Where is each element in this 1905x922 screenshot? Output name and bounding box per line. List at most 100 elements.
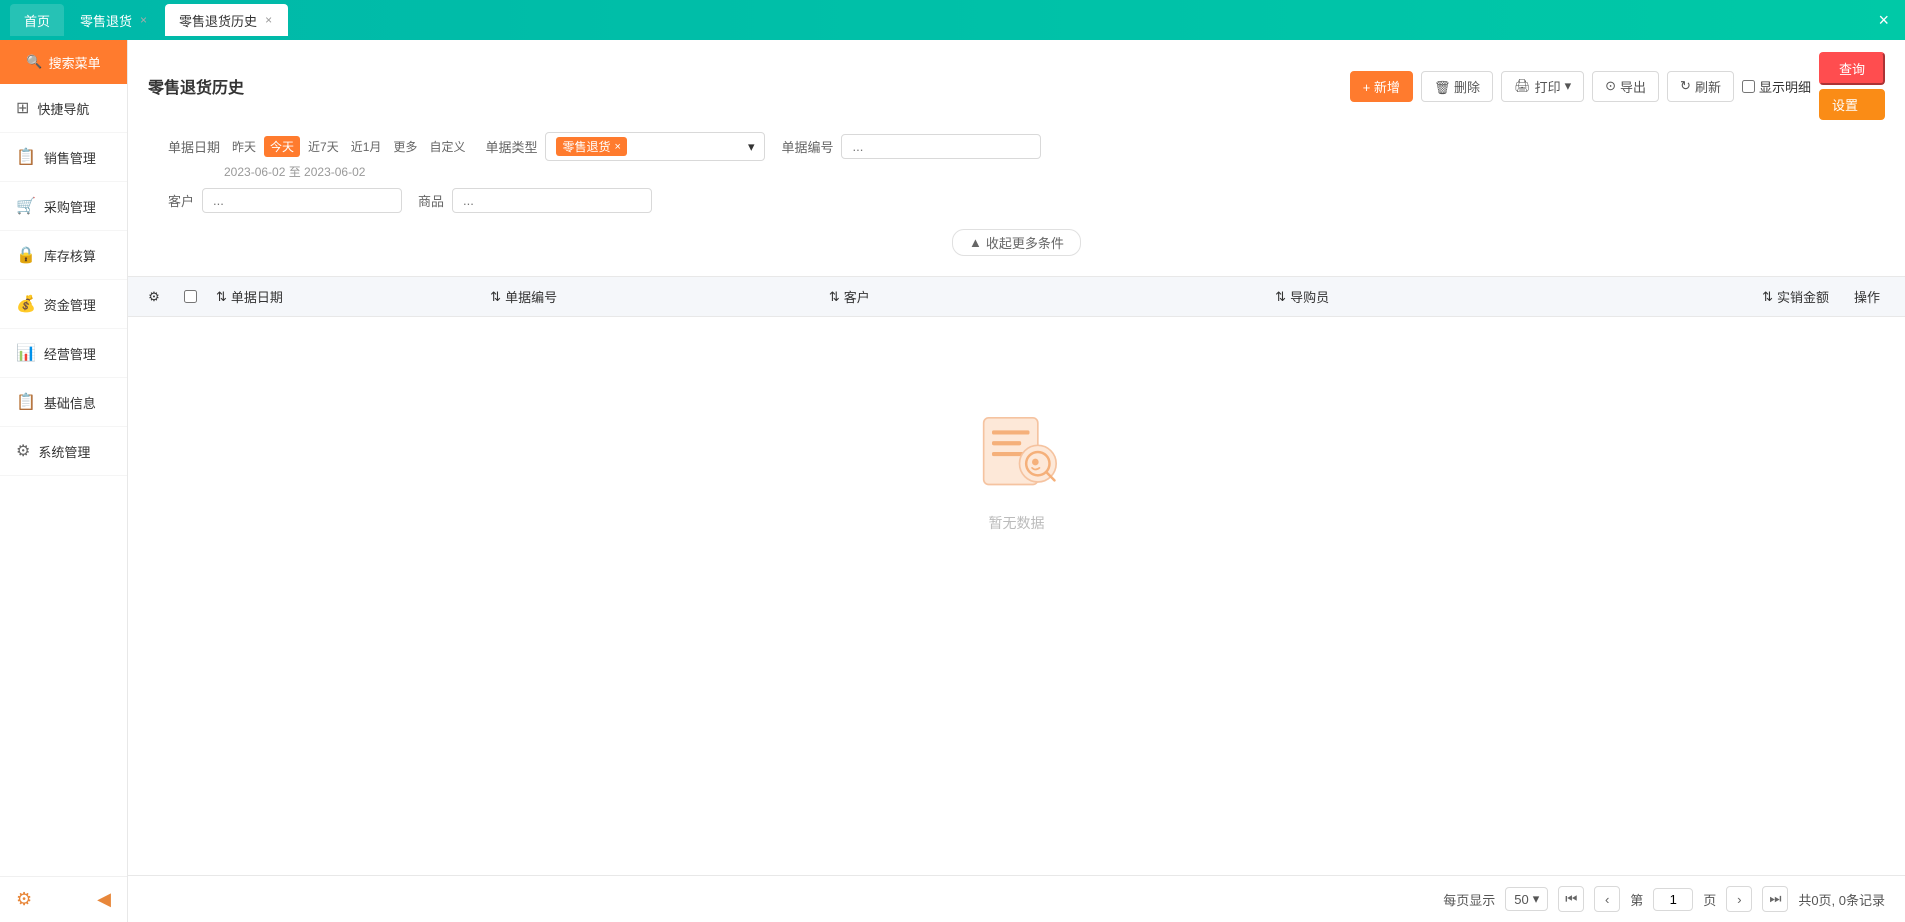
settings-bottom-icon[interactable]: ⚙ bbox=[16, 889, 32, 910]
voucher-type-tag-close[interactable]: × bbox=[614, 141, 620, 153]
th-guide[interactable]: ⇅ 导购员 bbox=[1267, 287, 1606, 306]
sidebar-item-purchase-label: 采购管理 bbox=[44, 197, 96, 216]
voucher-no-input[interactable] bbox=[841, 134, 1041, 159]
th-date[interactable]: ⇅ 单据日期 bbox=[208, 287, 482, 306]
th-checkbox[interactable] bbox=[172, 290, 208, 303]
sales-mgmt-icon: 📋 bbox=[16, 147, 36, 167]
sidebar-item-operations[interactable]: 📊 经营管理 bbox=[0, 329, 127, 378]
shortcut-custom[interactable]: 自定义 bbox=[425, 136, 469, 157]
tab-retail-return-history-close[interactable]: × bbox=[263, 13, 274, 27]
total-label: 共0页, 0条记录 bbox=[1798, 890, 1885, 909]
th-number[interactable]: ⇅ 单据编号 bbox=[482, 287, 821, 306]
th-num-label: 单据编号 bbox=[505, 287, 557, 306]
table-container: ⚙ ⇅ 单据日期 ⇅ 单据编号 ⇅ 客户 ⇅ bbox=[128, 277, 1905, 875]
shortcut-1month[interactable]: 近1月 bbox=[347, 136, 386, 157]
inventory-icon: 🔒 bbox=[16, 245, 36, 265]
new-button[interactable]: + 新增 bbox=[1350, 71, 1413, 102]
tab-home[interactable]: 首页 bbox=[10, 4, 64, 36]
goods-input[interactable] bbox=[452, 188, 652, 213]
tab-retail-return-label: 零售退货 bbox=[80, 11, 132, 30]
export-button[interactable]: ⊙ 导出 bbox=[1592, 71, 1659, 102]
main-layout: 🔍 搜索菜单 ⊞ 快捷导航 📋 销售管理 🛒 采购管理 🔒 库存核算 💰 资金管… bbox=[0, 40, 1905, 922]
shortcut-more[interactable]: 更多 bbox=[389, 136, 421, 157]
prev-page-button[interactable]: ‹ bbox=[1594, 886, 1620, 912]
first-page-button[interactable]: ⏮ bbox=[1558, 886, 1584, 912]
shortcut-today[interactable]: 今天 bbox=[264, 136, 300, 157]
collapse-icon: ▲ bbox=[969, 235, 982, 250]
action-buttons: + 新增 🗑 删除 🖨 打印 ▾ ⊙ 导出 ↻ 刷新 bbox=[1350, 52, 1885, 120]
th-amount-sort-icon: ⇅ bbox=[1762, 289, 1773, 305]
operations-icon: 📊 bbox=[16, 343, 36, 363]
page-input[interactable] bbox=[1653, 888, 1693, 911]
sidebar-item-finance-label: 资金管理 bbox=[44, 295, 96, 314]
page-size-chevron: ▾ bbox=[1533, 891, 1540, 907]
page-header: 零售退货历史 + 新增 🗑 删除 🖨 打印 ▾ ⊙ 导出 ↻ bbox=[128, 40, 1905, 277]
th-amount[interactable]: ⇅ 实销金额 bbox=[1606, 287, 1837, 306]
tab-retail-return-close[interactable]: × bbox=[138, 13, 149, 27]
th-num-sort-icon: ⇅ bbox=[490, 289, 501, 305]
export-icon: ⊙ bbox=[1605, 78, 1616, 94]
collapse-sidebar-icon[interactable]: ◀ bbox=[97, 889, 111, 910]
search-icon: 🔍 bbox=[26, 54, 42, 70]
tab-retail-return[interactable]: 零售退货 × bbox=[66, 4, 163, 36]
pagination-bar: 每页显示 50 ▾ ⏮ ‹ 第 页 › ⏭ 共0页, 0条记录 bbox=[128, 875, 1905, 922]
refresh-button[interactable]: ↻ 刷新 bbox=[1667, 71, 1734, 102]
sidebar: 🔍 搜索菜单 ⊞ 快捷导航 📋 销售管理 🛒 采购管理 🔒 库存核算 💰 资金管… bbox=[0, 40, 128, 922]
base-info-icon: 📋 bbox=[16, 392, 36, 412]
sidebar-item-inventory[interactable]: 🔒 库存核算 bbox=[0, 231, 127, 280]
page-label: 第 bbox=[1630, 890, 1643, 909]
tab-home-label: 首页 bbox=[24, 11, 50, 30]
next-page-button[interactable]: › bbox=[1726, 886, 1752, 912]
voucher-type-tag: 零售退货 × bbox=[556, 137, 626, 156]
voucher-type-tag-text: 零售退货 bbox=[562, 138, 610, 155]
print-icon: 🖨 bbox=[1514, 78, 1531, 94]
last-page-button[interactable]: ⏭ bbox=[1762, 886, 1788, 912]
shortcut-7days[interactable]: 近7天 bbox=[304, 136, 343, 157]
show-detail-checkbox-label[interactable]: 显示明细 bbox=[1742, 77, 1811, 96]
top-bar-right: × bbox=[1872, 10, 1895, 31]
th-action-label: 操作 bbox=[1854, 287, 1880, 306]
page-title: 零售退货历史 bbox=[148, 74, 244, 98]
sidebar-item-system-mgmt[interactable]: ⚙ 系统管理 bbox=[0, 427, 127, 476]
shortcut-yesterday[interactable]: 昨天 bbox=[228, 136, 260, 157]
refresh-icon: ↻ bbox=[1680, 78, 1691, 94]
print-chevron: ▾ bbox=[1565, 78, 1572, 94]
finance-icon: 💰 bbox=[16, 294, 36, 314]
filter-row-1: 单据日期 昨天 今天 近7天 近1月 更多 自定义 单据类型 bbox=[168, 132, 1865, 161]
window-close-button[interactable]: × bbox=[1872, 10, 1895, 31]
th-customer[interactable]: ⇅ 客户 bbox=[821, 287, 1267, 306]
sidebar-item-purchase-mgmt[interactable]: 🛒 采购管理 bbox=[0, 182, 127, 231]
filter-voucher-no: 单据编号 bbox=[781, 134, 1041, 159]
page-size-select[interactable]: 50 ▾ bbox=[1505, 887, 1548, 911]
filter-area: 单据日期 昨天 今天 近7天 近1月 更多 自定义 单据类型 bbox=[148, 132, 1885, 276]
sidebar-item-operations-label: 经营管理 bbox=[44, 344, 96, 363]
voucher-type-label: 单据类型 bbox=[485, 137, 537, 156]
filter-date: 单据日期 昨天 今天 近7天 近1月 更多 自定义 bbox=[168, 136, 469, 157]
page-size-label: 每页显示 bbox=[1443, 890, 1495, 909]
settings-icon: ⚙ bbox=[148, 289, 160, 305]
sidebar-item-quick-nav[interactable]: ⊞ 快捷导航 bbox=[0, 84, 127, 133]
th-settings[interactable]: ⚙ bbox=[136, 289, 172, 305]
tab-retail-return-history[interactable]: 零售退货历史 × bbox=[165, 4, 288, 36]
empty-label: 暂无数据 bbox=[989, 513, 1045, 533]
filter-goods: 商品 bbox=[418, 188, 652, 213]
setting-button[interactable]: 设置 bbox=[1819, 89, 1885, 120]
sidebar-item-base-info[interactable]: 📋 基础信息 bbox=[0, 378, 127, 427]
sidebar-bottom: ⚙ ◀ bbox=[0, 876, 127, 922]
collapse-button[interactable]: ▲ 收起更多条件 bbox=[952, 229, 1081, 256]
select-all-checkbox[interactable] bbox=[184, 290, 197, 303]
th-amount-label: 实销金额 bbox=[1777, 287, 1829, 306]
sidebar-item-sales-mgmt[interactable]: 📋 销售管理 bbox=[0, 133, 127, 182]
voucher-type-select[interactable]: 零售退货 × ▾ bbox=[545, 132, 765, 161]
content-area: 零售退货历史 + 新增 🗑 删除 🖨 打印 ▾ ⊙ 导出 ↻ bbox=[128, 40, 1905, 922]
page-unit: 页 bbox=[1703, 890, 1716, 909]
sidebar-search[interactable]: 🔍 搜索菜单 bbox=[0, 40, 127, 84]
print-button[interactable]: 🖨 打印 ▾ bbox=[1501, 71, 1584, 102]
show-detail-checkbox[interactable] bbox=[1742, 80, 1755, 93]
delete-button[interactable]: 🗑 删除 bbox=[1421, 71, 1493, 102]
filter-voucher-type: 单据类型 零售退货 × ▾ bbox=[485, 132, 765, 161]
th-cust-sort-icon: ⇅ bbox=[829, 289, 840, 305]
sidebar-item-finance[interactable]: 💰 资金管理 bbox=[0, 280, 127, 329]
query-button[interactable]: 查询 bbox=[1819, 52, 1885, 85]
customer-input[interactable] bbox=[202, 188, 402, 213]
